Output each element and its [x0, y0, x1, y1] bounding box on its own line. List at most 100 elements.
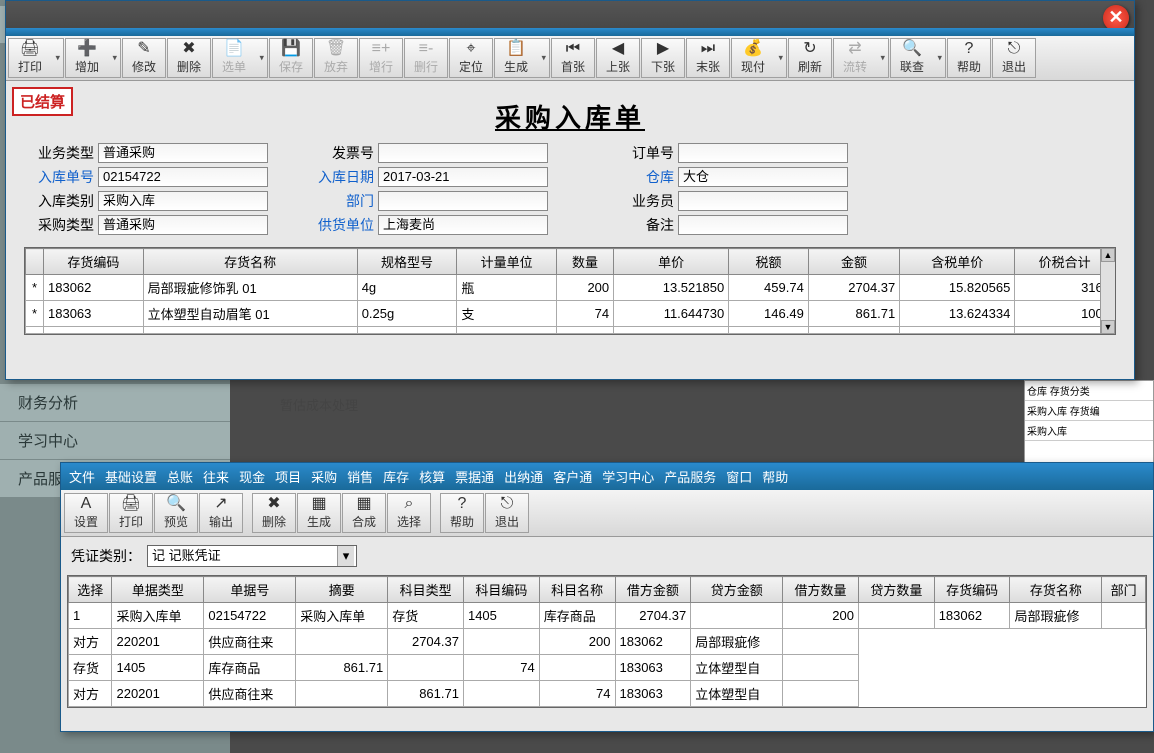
bg-sidebar-item[interactable]: 财务分析: [0, 384, 230, 422]
table-row[interactable]: 对方220201供应商往来2704.37200183062局部瑕疵修: [69, 629, 1146, 655]
scroll-down[interactable]: ▼: [1101, 320, 1115, 334]
toolbar-合成[interactable]: ▦合成: [342, 493, 386, 533]
scroll-up[interactable]: ▲: [1101, 248, 1115, 262]
field-入库单号[interactable]: 02154722: [98, 167, 268, 187]
col-header[interactable]: 单据号: [204, 577, 296, 603]
table-row[interactable]: 存货1405库存商品861.7174183063立体塑型自: [69, 655, 1146, 681]
menu-库存[interactable]: 库存: [383, 467, 409, 486]
menu-学习中心[interactable]: 学习中心: [602, 467, 654, 486]
vertical-scrollbar[interactable]: ▲ ▼: [1100, 248, 1115, 334]
toolbar-刷新[interactable]: ↻刷新: [788, 38, 832, 78]
menu-销售[interactable]: 销售: [347, 467, 373, 486]
menu-客户通[interactable]: 客户通: [553, 467, 592, 486]
field-部门[interactable]: [378, 191, 548, 211]
col-header[interactable]: 计量单位: [457, 249, 557, 275]
toolbar-末张[interactable]: ⏭末张: [686, 38, 730, 78]
field-采购类型[interactable]: 普通采购: [98, 215, 268, 235]
field-入库类别[interactable]: 采购入库: [98, 191, 268, 211]
toolbar-退出[interactable]: ⎋退出: [992, 38, 1036, 78]
col-header[interactable]: 借方数量: [783, 577, 859, 603]
col-header[interactable]: 存货名称: [143, 249, 357, 275]
field-label-入库单号[interactable]: 入库单号: [24, 167, 94, 187]
menu-产品服务[interactable]: 产品服务: [664, 467, 716, 486]
menu-窗口[interactable]: 窗口: [726, 467, 752, 486]
col-header[interactable]: 单据类型: [112, 577, 204, 603]
menu-帮助[interactable]: 帮助: [762, 467, 788, 486]
menu-出纳通[interactable]: 出纳通: [504, 467, 543, 486]
toolbar-联查[interactable]: 🔍联查: [890, 38, 946, 78]
field-label-供货单位[interactable]: 供货单位: [304, 215, 374, 235]
col-header[interactable]: 贷方数量: [858, 577, 934, 603]
toolbar-现付[interactable]: 💰现付: [731, 38, 787, 78]
col-header[interactable]: 税额: [729, 249, 809, 275]
voucher-type-select[interactable]: 记 记账凭证: [147, 545, 357, 567]
menu-核算[interactable]: 核算: [419, 467, 445, 486]
field-订单号[interactable]: [678, 143, 848, 163]
field-label-仓库[interactable]: 仓库: [604, 167, 674, 187]
field-label-入库日期[interactable]: 入库日期: [304, 167, 374, 187]
toolbar-修改[interactable]: ✎修改: [122, 38, 166, 78]
table-row[interactable]: *183063立体塑型自动眉笔 010.25g支7411.644730146.4…: [26, 301, 1115, 327]
field-供货单位[interactable]: 上海麦尚: [378, 215, 548, 235]
table-row[interactable]: 对方220201供应商往来861.7174183063立体塑型自: [69, 681, 1146, 707]
col-header[interactable]: 金额: [808, 249, 899, 275]
menu-项目[interactable]: 项目: [275, 467, 301, 486]
col-header[interactable]: [26, 249, 44, 275]
menu-往来[interactable]: 往来: [203, 467, 229, 486]
col-header[interactable]: 科目类型: [388, 577, 464, 603]
field-业务类型[interactable]: 普通采购: [98, 143, 268, 163]
bg-sidebar-item[interactable]: 学习中心: [0, 422, 230, 460]
field-备注[interactable]: [678, 215, 848, 235]
purchase-receipt-window: ✕ 🖨打印➕增加✎修改✖删除📄选单💾保存🗑放弃≡+增行≡-删行⌖定位📋生成⏮首张…: [5, 0, 1135, 380]
toolbar-上张[interactable]: ◀上张: [596, 38, 640, 78]
col-header[interactable]: 部门: [1102, 577, 1146, 603]
col-header[interactable]: 科目名称: [539, 577, 615, 603]
field-业务员[interactable]: [678, 191, 848, 211]
col-header[interactable]: 存货编码: [934, 577, 1010, 603]
menu-采购[interactable]: 采购: [311, 467, 337, 486]
toolbar-首张[interactable]: ⏮首张: [551, 38, 595, 78]
toolbar-帮助[interactable]: ?帮助: [947, 38, 991, 78]
toolbar-输出[interactable]: ↗输出: [199, 493, 243, 533]
col-header[interactable]: 摘要: [296, 577, 388, 603]
menu-票据通[interactable]: 票据通: [455, 467, 494, 486]
menu-总账[interactable]: 总账: [167, 467, 193, 486]
col-header[interactable]: 存货编码: [44, 249, 144, 275]
toolbar-帮助[interactable]: ?帮助: [440, 493, 484, 533]
receipt-lines-grid[interactable]: 存货编码存货名称规格型号计量单位数量单价税额金额含税单价价税合计*183062局…: [24, 247, 1116, 335]
col-header[interactable]: 含税单价: [900, 249, 1015, 275]
table-row[interactable]: *183062局部瑕疵修饰乳 014g瓶20013.521850459.7427…: [26, 275, 1115, 301]
toolbar-预览[interactable]: 🔍预览: [154, 493, 198, 533]
toolbar-定位[interactable]: ⌖定位: [449, 38, 493, 78]
field-发票号[interactable]: [378, 143, 548, 163]
toolbar-生成[interactable]: 📋生成: [494, 38, 550, 78]
menu-文件[interactable]: 文件: [69, 467, 95, 486]
col-header[interactable]: 规格型号: [357, 249, 457, 275]
field-label-部门[interactable]: 部门: [304, 191, 374, 211]
toolbar-增加[interactable]: ➕增加: [65, 38, 121, 78]
toolbar-设置[interactable]: A设置: [64, 493, 108, 533]
field-入库日期[interactable]: 2017-03-21: [378, 167, 548, 187]
toolbar-删除[interactable]: ✖删除: [252, 493, 296, 533]
col-header[interactable]: 数量: [556, 249, 613, 275]
col-header[interactable]: 选择: [69, 577, 112, 603]
table-row[interactable]: 1采购入库单02154722采购入库单存货1405库存商品2704.372001…: [69, 603, 1146, 629]
col-header[interactable]: 贷方金额: [691, 577, 783, 603]
menu-基础设置[interactable]: 基础设置: [105, 467, 157, 486]
col-header[interactable]: 借方金额: [615, 577, 691, 603]
刷新-icon: ↻: [803, 41, 816, 57]
toolbar-打印[interactable]: 🖨打印: [8, 38, 64, 78]
toolbar-删除[interactable]: ✖删除: [167, 38, 211, 78]
field-仓库[interactable]: 大仓: [678, 167, 848, 187]
menu-现金[interactable]: 现金: [239, 467, 265, 486]
toolbar-选择[interactable]: ⌕选择: [387, 493, 431, 533]
col-header[interactable]: 单价: [614, 249, 729, 275]
col-header[interactable]: 存货名称: [1010, 577, 1102, 603]
col-header[interactable]: 科目编码: [463, 577, 539, 603]
voucher-grid[interactable]: 选择单据类型单据号摘要科目类型科目编码科目名称借方金额贷方金额借方数量贷方数量存…: [67, 575, 1147, 708]
toolbar-打印[interactable]: 🖨打印: [109, 493, 153, 533]
toolbar-下张[interactable]: ▶下张: [641, 38, 685, 78]
toolbar-退出[interactable]: ⎋退出: [485, 493, 529, 533]
toolbar-生成[interactable]: ▦生成: [297, 493, 341, 533]
定位-icon: ⌖: [466, 41, 475, 57]
